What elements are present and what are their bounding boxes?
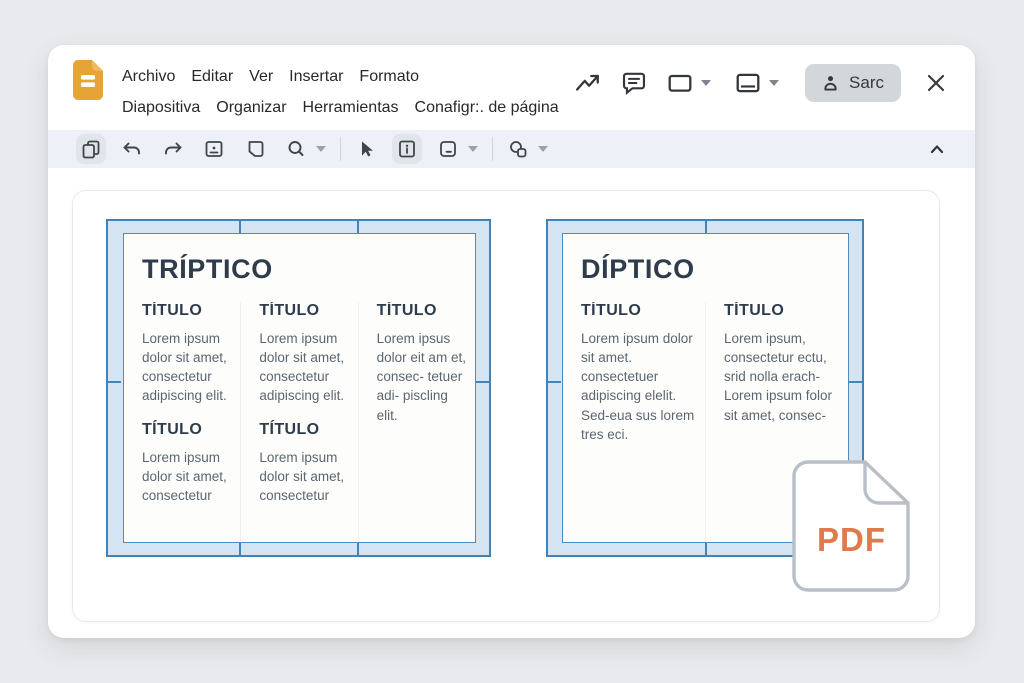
section-body: Lorem ipsum dolor sit amet, consectetur … (259, 329, 349, 406)
app-window: Archivo Editar Ver Insertar Formato Diap… (48, 45, 975, 638)
present-dropdown[interactable] (731, 66, 779, 100)
chevron-down-icon (701, 80, 711, 86)
section-body: Lorem ipsum dolor sit amet, consectetur … (142, 329, 232, 406)
fold-guide (705, 221, 707, 233)
chevron-down-icon[interactable] (316, 146, 326, 152)
doc-title: TRÍPTICO (142, 254, 273, 285)
section-heading: TÍTULO (259, 302, 349, 320)
section-body: Lorem ipsus dolor eit am et, consec- tet… (377, 329, 467, 425)
fold-guide (357, 541, 359, 555)
doc-title: DÍPTICO (581, 254, 695, 285)
select-cursor-icon[interactable] (351, 134, 381, 164)
comment-icon[interactable] (617, 66, 651, 100)
menu-configuracion-pagina[interactable]: Conafigr:. de página (407, 99, 567, 117)
toolbar (48, 130, 975, 168)
fold-guide (705, 541, 707, 555)
section-heading: TÍTULO (142, 421, 232, 439)
duplicate-slide-icon[interactable] (76, 134, 106, 164)
fill-color-icon[interactable] (281, 134, 311, 164)
pdf-label: PDF (792, 521, 911, 559)
section-heading: TÍTULO (377, 302, 467, 320)
doc-column: TÍTULO Lorem ipsus dolor eit am et, conse… (359, 302, 475, 542)
undo-icon[interactable] (117, 134, 147, 164)
menu-formato[interactable]: Formato (351, 68, 427, 86)
chevron-down-icon[interactable] (468, 146, 478, 152)
close-icon[interactable] (919, 66, 953, 100)
doc-column: TÍTULO Lorem ipsum dolor sit amet. consec… (563, 302, 706, 542)
frame-icon (663, 66, 697, 100)
menu-editar[interactable]: Editar (183, 68, 241, 86)
chevron-down-icon (769, 80, 779, 86)
selection-handle[interactable] (476, 381, 489, 383)
menu-bar: Archivo Editar Ver Insertar Formato Diap… (122, 61, 567, 123)
slides-app-icon[interactable] (72, 59, 104, 101)
activity-trend-icon[interactable] (571, 66, 605, 100)
menu-herramientas[interactable]: Herramientas (295, 99, 407, 117)
redo-icon[interactable] (158, 134, 188, 164)
collapse-toolbar-icon[interactable] (927, 130, 947, 168)
selection-handle[interactable] (849, 381, 862, 383)
present-icon (731, 66, 765, 100)
fold-guide (357, 221, 359, 233)
section-heading: TÍTULO (581, 302, 697, 320)
toolbar-divider (492, 137, 493, 161)
menu-ver[interactable]: Ver (241, 68, 281, 86)
section-body: Lorem ipsum dolor sit amet, consectetur (142, 448, 232, 505)
section-heading: TÍTULO (142, 302, 232, 320)
fold-guide (239, 541, 241, 555)
section-body: Lorem ipsum dolor sit amet. consectetuer… (581, 329, 697, 444)
chevron-down-icon[interactable] (538, 146, 548, 152)
shapes-icon[interactable] (503, 134, 533, 164)
triptico-selection-frame[interactable]: TRÍPTICO TÍTULO Lorem ipsum dolor sit ame… (106, 219, 491, 557)
section-heading: TÍTULO (259, 421, 349, 439)
paste-format-icon[interactable] (240, 134, 270, 164)
person-icon (822, 74, 839, 92)
share-button[interactable]: Sarc (805, 64, 901, 102)
menu-diapositiva[interactable]: Diapositiva (122, 99, 208, 117)
text-box-icon[interactable] (392, 134, 422, 164)
share-button-label: Sarc (849, 73, 884, 93)
header-actions: Sarc (571, 61, 953, 105)
menu-organizar[interactable]: Organizar (208, 99, 294, 117)
placeholder-icon[interactable] (433, 134, 463, 164)
selection-handle[interactable] (108, 381, 121, 383)
section-heading: TÍTULO (724, 302, 840, 320)
fold-guide (239, 221, 241, 233)
doc-column: TÍTULO Lorem ipsum dolor sit amet, consec… (124, 302, 241, 542)
section-body: Lorem ipsum, consectetur ectu, srid noll… (724, 329, 840, 425)
doc-column: TÍTULO Lorem ipsum dolor sit amet, consec… (241, 302, 358, 542)
selection-handle[interactable] (548, 381, 561, 383)
section-body: Lorem ipsum dolor sit amet, consectetur (259, 448, 349, 505)
slide-canvas: TRÍPTICO TÍTULO Lorem ipsum dolor sit ame… (72, 190, 940, 622)
pdf-file-badge[interactable]: PDF (792, 459, 911, 593)
menu-row-2: Diapositiva Organizar Herramientas Conaf… (122, 92, 567, 123)
menu-archivo[interactable]: Archivo (122, 68, 183, 86)
menu-insertar[interactable]: Insertar (281, 68, 351, 86)
triptico-document[interactable]: TRÍPTICO TÍTULO Lorem ipsum dolor sit ame… (123, 233, 476, 543)
new-slide-icon[interactable] (199, 134, 229, 164)
frame-dropdown[interactable] (663, 66, 711, 100)
toolbar-divider (340, 137, 341, 161)
menu-row-1: Archivo Editar Ver Insertar Formato (122, 61, 567, 92)
